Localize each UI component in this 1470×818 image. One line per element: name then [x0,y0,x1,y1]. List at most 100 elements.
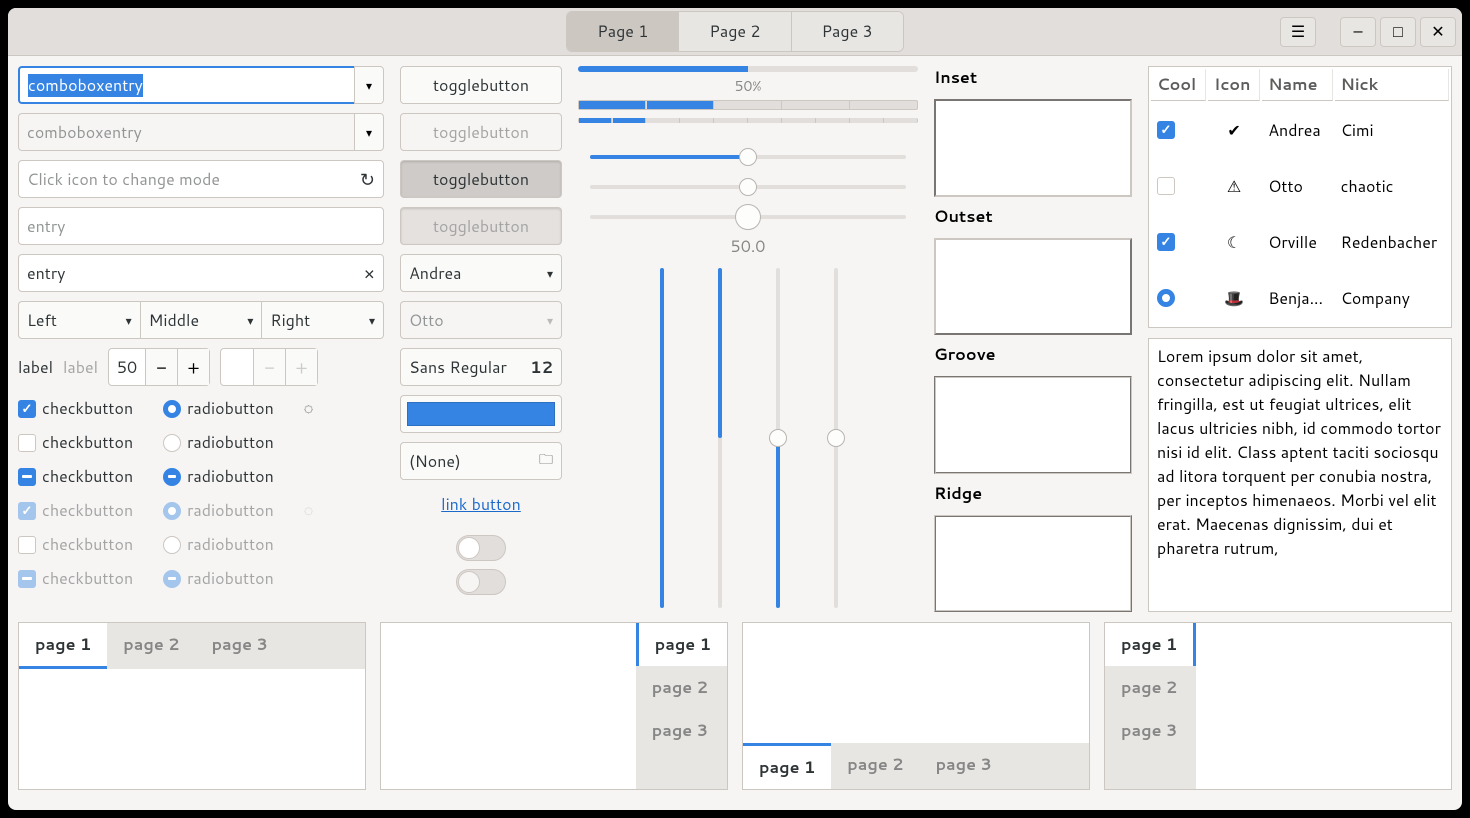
levelbar-1 [578,100,918,110]
combobox-entry-disabled: comboboxentry [18,113,354,151]
hscale-2[interactable] [590,175,906,199]
vscale-4[interactable] [824,268,848,608]
hscale-value-label: 50.0 [578,235,918,258]
nb-bottom-tab-1[interactable]: page 1 [743,743,831,789]
linked-right[interactable]: Right▾ [261,301,384,339]
togglebutton-1[interactable]: togglebutton [400,66,562,104]
spinbutton[interactable]: 50 − + [108,348,210,386]
entry-with-clear[interactable]: entry × [18,254,384,292]
frame-ridge-label: Ridge [934,482,1132,505]
nb-left-tab-2[interactable]: page 2 [1105,666,1196,709]
textview[interactable]: Lorem ipsum dolor sit amet, consectetur … [1148,338,1452,612]
spinbutton-disabled: − + [220,348,318,386]
minimize-button[interactable]: – [1340,17,1376,47]
hamburger-menu-button[interactable]: ☰ [1280,17,1316,47]
checkbutton-2[interactable]: checkbutton [18,431,133,454]
radiobutton-3[interactable]: radiobutton [163,465,274,488]
nb-left-tab-3[interactable]: page 3 [1105,709,1196,752]
tree-header-nick[interactable]: Nick [1335,69,1449,101]
tree-header-cool[interactable]: Cool [1151,69,1206,101]
radiobutton-5: radiobutton [163,533,274,556]
font-button[interactable]: Sans Regular12 [400,348,562,386]
radiobutton-1[interactable]: radiobutton [163,397,274,420]
frame-groove [934,376,1132,474]
mode-entry-placeholder: Click icon to change mode [27,168,220,191]
nb-bottom-tab-2[interactable]: page 2 [831,743,919,789]
titlebar: Page 1 Page 2 Page 3 ☰ – □ ✕ [8,8,1462,56]
header-tab-1[interactable]: Page 1 [567,12,679,51]
nb-top-tab-2[interactable]: page 2 [107,623,195,669]
togglebutton-4: togglebutton [400,207,562,245]
label-disabled: label [63,356,98,379]
spin-plus[interactable]: + [177,349,209,385]
combobox-entry-focused[interactable]: comboboxentry [18,66,354,104]
combobox-entry-focused-drop[interactable]: ▾ [354,66,384,104]
mode-entry[interactable]: Click icon to change mode ↻ [18,160,384,198]
combo-andrea[interactable]: Andrea▾ [400,254,562,292]
combobox-entry-disabled-drop: ▾ [354,113,384,151]
hscale-1[interactable] [590,145,906,169]
refresh-icon[interactable]: ↻ [360,166,375,192]
treeview[interactable]: Cool Icon Name Nick ✔︎AndreaCimi ⚠Ottoch… [1148,66,1452,328]
checkbutton-3[interactable]: checkbutton [18,465,133,488]
table-row: ☾OrvilleRedenbacher [1151,215,1449,269]
header-tab-2[interactable]: Page 2 [679,12,791,51]
progressbar-label: 50% [578,78,918,94]
radiobutton-4: radiobutton [163,499,274,522]
spinner-icon-disabled: ◌ [304,499,314,522]
color-button[interactable] [400,395,562,433]
vscale-1[interactable] [650,268,674,608]
check-circle-icon: ✔︎ [1208,103,1260,157]
combo-otto: Otto▾ [400,301,562,339]
switch-1[interactable] [456,535,506,561]
color-swatch [407,402,555,426]
nb-left-tab-1[interactable]: page 1 [1105,623,1196,666]
maximize-button[interactable]: □ [1380,17,1416,47]
file-chooser-button[interactable]: (None)🗀 [400,442,562,480]
frame-outset [934,238,1132,336]
table-row: ✔︎AndreaCimi [1151,103,1449,157]
hamburger-icon: ☰ [1291,20,1305,43]
notebook-left: page 1 page 2 page 3 [1104,622,1452,790]
checkbutton-1[interactable]: checkbutton [18,397,133,420]
frame-groove-label: Groove [934,343,1132,366]
nb-top-tab-1[interactable]: page 1 [19,623,107,669]
notebook-bottom: page 1 page 2 page 3 [742,622,1090,790]
spin-minus[interactable]: − [145,349,177,385]
table-row: 🎩Benja...Company [1151,271,1449,325]
hscale-3[interactable] [590,205,906,229]
header-tab-3[interactable]: Page 3 [792,12,903,51]
tree-header-icon[interactable]: Icon [1208,69,1260,101]
nb-right-tab-2[interactable]: page 2 [636,666,727,709]
hat-icon: 🎩 [1208,271,1260,325]
vscale-3[interactable] [766,268,790,608]
link-button[interactable]: link button [400,489,562,520]
label-enabled: label [18,356,53,379]
frame-ridge [934,515,1132,613]
togglebutton-2: togglebutton [400,113,562,151]
radiobutton-2[interactable]: radiobutton [163,431,274,454]
togglebutton-3[interactable]: togglebutton [400,160,562,198]
clear-icon[interactable]: × [364,260,375,286]
vscale-2[interactable] [708,268,732,608]
open-folder-icon: 🗀 [539,449,553,473]
nb-top-tab-3[interactable]: page 3 [196,623,284,669]
checkbutton-6: checkbutton [18,567,133,590]
notebook-top: page 1 page 2 page 3 [18,622,366,790]
linked-left[interactable]: Left▾ [18,301,140,339]
entry-placeholder[interactable]: entry [18,207,384,245]
close-button[interactable]: ✕ [1420,17,1456,47]
warning-icon: ⚠ [1208,159,1260,213]
frame-inset [934,99,1132,197]
linked-middle[interactable]: Middle▾ [140,301,262,339]
tree-header-name[interactable]: Name [1262,69,1332,101]
nb-bottom-tab-3[interactable]: page 3 [920,743,1008,789]
nb-right-tab-1[interactable]: page 1 [636,623,727,666]
switch-2 [456,569,506,595]
frame-inset-label: Inset [934,66,1132,89]
nb-right-tab-3[interactable]: page 3 [636,709,727,752]
spinner-icon: ◌ [304,397,314,420]
header-tab-group: Page 1 Page 2 Page 3 [566,11,903,52]
levelbar-2 [578,118,918,123]
checkbutton-4: checkbutton [18,499,133,522]
